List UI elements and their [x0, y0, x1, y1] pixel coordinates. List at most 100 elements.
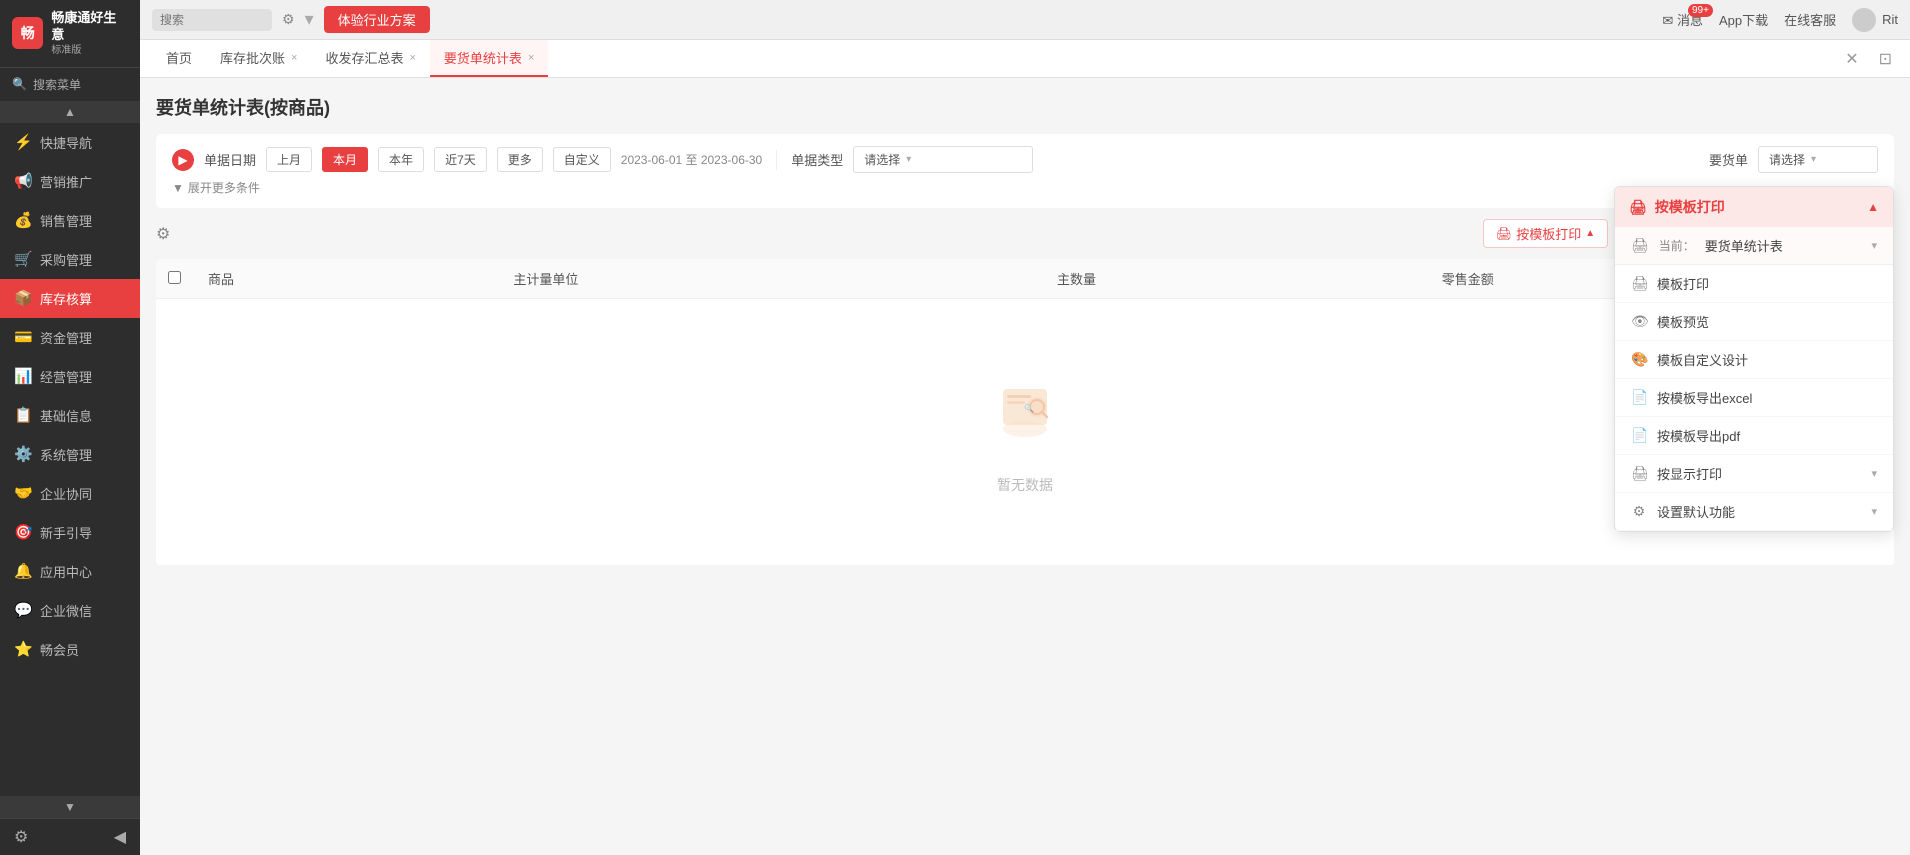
logo-sub: 标准版 — [51, 44, 128, 57]
marketing-icon: 📢 — [14, 172, 32, 190]
sidebar-item-label: 采购管理 — [40, 250, 92, 269]
dropdown-current-value: 要货单统计表 — [1705, 236, 1783, 255]
tab-demand-close[interactable]: × — [528, 52, 534, 64]
sidebar-item-shortcut[interactable]: ⚡ 快捷导航 — [0, 123, 140, 162]
filter-toggle-icon[interactable]: ▶ — [172, 149, 194, 171]
sidebar-item-purchase[interactable]: 🛒 采购管理 — [0, 240, 140, 279]
sidebar-item-finance[interactable]: 💳 资金管理 — [0, 318, 140, 357]
trial-button[interactable]: 体验行业方案 — [324, 6, 430, 33]
collab-icon: 🤝 — [14, 484, 32, 502]
yh-filter-select[interactable]: 请选择 ▾ — [1758, 146, 1878, 173]
sidebar-search[interactable]: 🔍 搜索菜单 — [0, 68, 140, 101]
dropdown-collapse-icon[interactable]: ▲ — [1867, 200, 1879, 214]
expand-label: 展开更多条件 — [188, 179, 260, 196]
main-area: ⚙ ▾ 体验行业方案 ✉ 消息 99+ App下载 在线客服 Rit 首页 库存… — [140, 0, 1910, 855]
type-filter-select[interactable]: 请选择 ▾ — [853, 146, 1033, 173]
dropdown-template-excel[interactable]: 📄 按模板导出excel — [1615, 379, 1893, 417]
close-window-icon[interactable]: ✕ — [1839, 47, 1864, 71]
print-template-btn[interactable]: 🖨 按模板打印 ▲ — [1483, 219, 1608, 248]
content-area: 要货单统计表(按商品) ▶ 单据日期 上月 本月 本年 近7天 更多 自定义 2… — [140, 78, 1910, 855]
sidebar-item-marketing[interactable]: 📢 营销推广 — [0, 162, 140, 201]
template-pdf-icon: 📄 — [1631, 427, 1647, 444]
sidebar-item-member[interactable]: ⭐ 畅会员 — [0, 630, 140, 669]
svg-text:🔍: 🔍 — [1024, 403, 1034, 413]
sidebar-item-label: 营销推广 — [40, 172, 92, 191]
sidebar-item-label: 资金管理 — [40, 328, 92, 347]
template-custom-icon: 🎨 — [1631, 351, 1647, 368]
select-all-checkbox[interactable] — [168, 271, 181, 284]
appstore-icon: 🔔 — [14, 562, 32, 580]
date-custom-btn[interactable]: 自定义 — [553, 147, 611, 172]
sidebar-item-wechat[interactable]: 💬 企业微信 — [0, 591, 140, 630]
type-select-chevron-icon: ▾ — [906, 154, 911, 165]
system-icon: ⚙️ — [14, 445, 32, 463]
username-label: Rit — [1882, 12, 1898, 27]
date-current-btn[interactable]: 本月 — [322, 147, 368, 172]
dropdown-template-preview[interactable]: 👁 模板预览 — [1615, 303, 1893, 341]
dropdown-header-label: 按模板打印 — [1655, 197, 1725, 217]
tab-receipt-label: 收发存汇总表 — [325, 48, 403, 67]
yh-select-chevron-icon: ▾ — [1811, 154, 1816, 165]
settings-icon[interactable]: ⚙ — [14, 827, 28, 847]
message-icon: ✉ — [1662, 13, 1673, 28]
template-preview-icon: 👁 — [1631, 313, 1647, 330]
shortcut-icon: ⚡ — [14, 133, 32, 151]
topbar-right: ✉ 消息 99+ App下载 在线客服 Rit — [1662, 8, 1898, 32]
sidebar-item-appstore[interactable]: 🔔 应用中心 — [0, 552, 140, 591]
dropdown-header[interactable]: 🖨 按模板打印 ▲ — [1615, 187, 1893, 227]
yh-filter-label: 要货单 — [1709, 150, 1748, 169]
search-icon: 🔍 — [12, 77, 27, 91]
sidebar-item-operation[interactable]: 📊 经营管理 — [0, 357, 140, 396]
template-excel-label: 按模板导出excel — [1657, 388, 1752, 407]
sidebar-scroll-down[interactable]: ▼ — [0, 796, 140, 818]
tab-home[interactable]: 首页 — [152, 40, 206, 77]
tabs-extra: ✕ ⊡ — [1839, 47, 1898, 71]
messages-badge[interactable]: ✉ 消息 99+ — [1662, 10, 1703, 29]
tab-batch-close[interactable]: × — [291, 52, 297, 64]
tabs-bar: 首页 库存批次账 × 收发存汇总表 × 要货单统计表 × ✕ ⊡ — [140, 40, 1910, 78]
table-config-row: ⚙ — [156, 224, 170, 244]
tab-batch[interactable]: 库存批次账 × — [206, 40, 311, 77]
dropdown-template-custom[interactable]: 🎨 模板自定义设计 — [1615, 341, 1893, 379]
col-checkbox — [156, 259, 196, 299]
sidebar-item-system[interactable]: ⚙️ 系统管理 — [0, 435, 140, 474]
sidebar-item-sales[interactable]: 💰 销售管理 — [0, 201, 140, 240]
display-print-arrow-icon: ▾ — [1871, 467, 1877, 480]
print-chevron-icon: ▲ — [1585, 228, 1595, 239]
tab-receipt[interactable]: 收发存汇总表 × — [311, 40, 429, 77]
collapse-icon[interactable]: ◀ — [114, 827, 126, 847]
date-week7-btn[interactable]: 近7天 — [434, 147, 487, 172]
template-print-label: 模板打印 — [1657, 274, 1709, 293]
topbar-search-input[interactable] — [152, 9, 272, 31]
template-excel-icon: 📄 — [1631, 389, 1647, 406]
topbar-gear-icon[interactable]: ⚙ — [282, 11, 295, 28]
sidebar-item-inventory[interactable]: 📦 库存核算 — [0, 279, 140, 318]
dropdown-template-print[interactable]: 🖨 模板打印 — [1615, 265, 1893, 303]
user-avatar — [1852, 8, 1876, 32]
maximize-window-icon[interactable]: ⊡ — [1873, 47, 1898, 71]
dropdown-current-icon: 🖨 — [1631, 237, 1649, 254]
print-btn-label: 按模板打印 — [1516, 224, 1581, 243]
date-prev-btn[interactable]: 上月 — [266, 147, 312, 172]
inventory-icon: 📦 — [14, 289, 32, 307]
sidebar-item-label: 系统管理 — [40, 445, 92, 464]
sidebar-item-guide[interactable]: 🎯 新手引导 — [0, 513, 140, 552]
app-download-link[interactable]: App下载 — [1719, 10, 1768, 29]
date-more-btn[interactable]: 更多 — [497, 147, 543, 172]
sidebar: 畅 畅康通好生意 标准版 🔍 搜索菜单 ▲ ⚡ 快捷导航 📢 营销推广 💰 销售… — [0, 0, 140, 855]
dropdown-display-print[interactable]: 🖨 按显示打印 ▾ — [1615, 455, 1893, 493]
dropdown-template-pdf[interactable]: 📄 按模板导出pdf — [1615, 417, 1893, 455]
sidebar-item-label: 经营管理 — [40, 367, 92, 386]
sidebar-item-basic[interactable]: 📋 基础信息 — [0, 396, 140, 435]
date-year-btn[interactable]: 本年 — [378, 147, 424, 172]
tab-receipt-close[interactable]: × — [409, 52, 415, 64]
table-settings-icon[interactable]: ⚙ — [156, 224, 170, 244]
sidebar-scroll-up[interactable]: ▲ — [0, 101, 140, 123]
sidebar-item-label: 快捷导航 — [40, 133, 92, 152]
online-service-link[interactable]: 在线客服 — [1784, 10, 1836, 29]
tab-demand[interactable]: 要货单统计表 × — [430, 40, 548, 77]
dropdown-default-func[interactable]: ⚙ 设置默认功能 ▾ — [1615, 493, 1893, 531]
operation-icon: 📊 — [14, 367, 32, 385]
sidebar-item-collab[interactable]: 🤝 企业协同 — [0, 474, 140, 513]
topbar-chevron-icon[interactable]: ▾ — [305, 9, 314, 30]
